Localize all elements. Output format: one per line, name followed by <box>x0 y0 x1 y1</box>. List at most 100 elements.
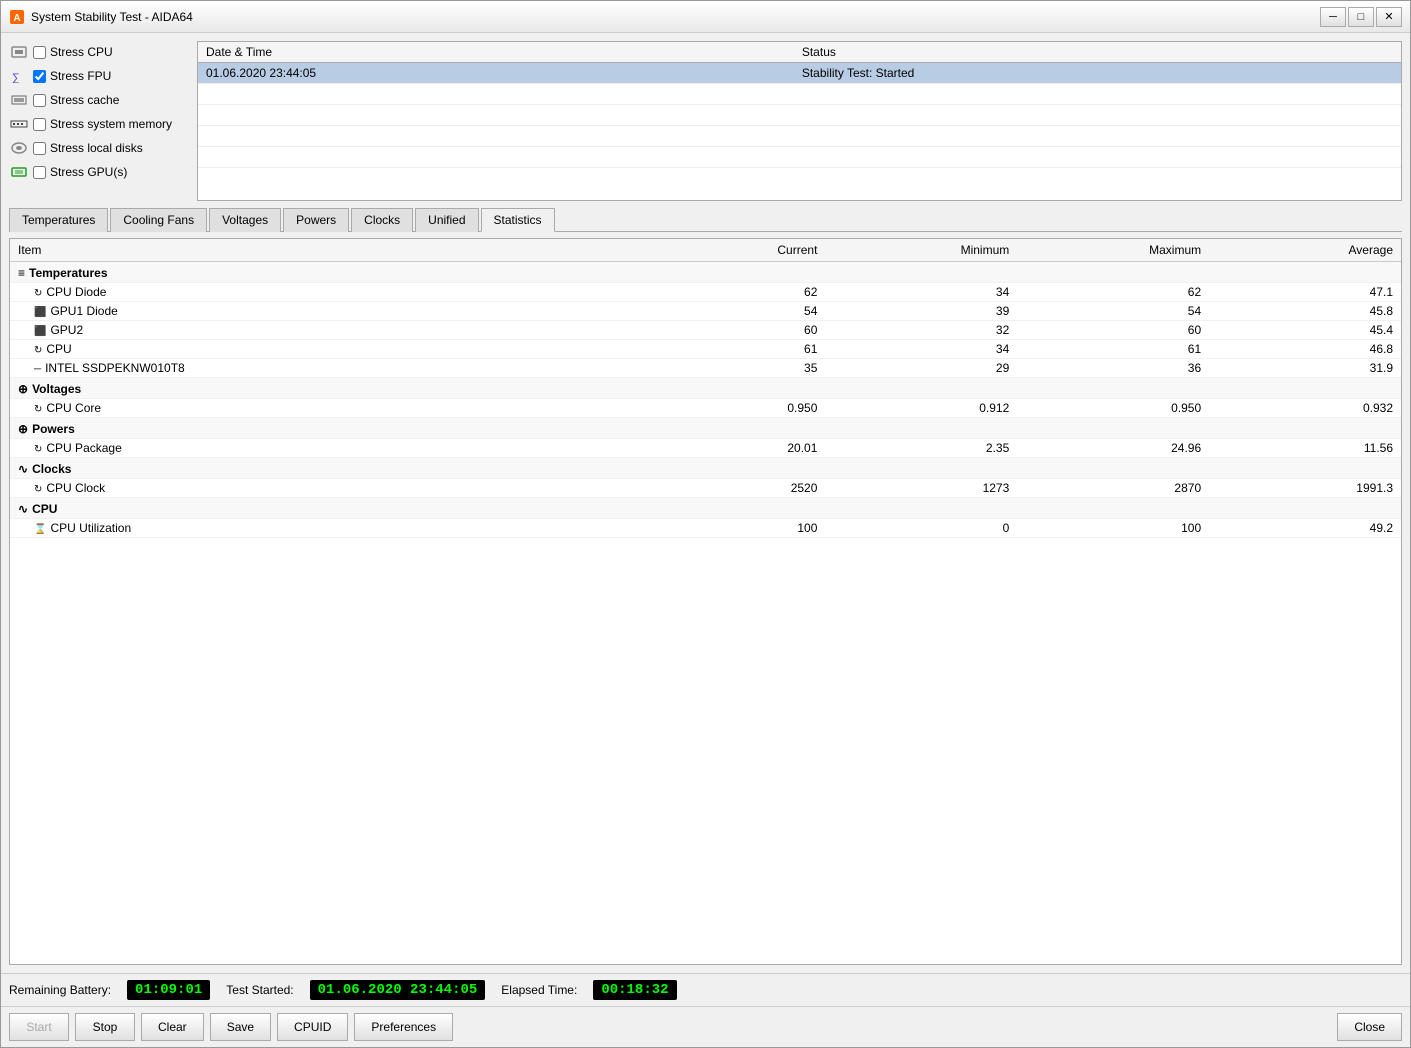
stats-item[interactable]: ⬛GPU1 Diode 54 39 54 45.8 <box>10 302 1401 321</box>
elapsed-time-label: Elapsed Time: <box>501 983 577 997</box>
item-average: 11.56 <box>1209 439 1401 458</box>
tab-cooling-fans[interactable]: Cooling Fans <box>110 208 207 232</box>
tab-voltages[interactable]: Voltages <box>209 208 281 232</box>
tab-unified[interactable]: Unified <box>415 208 478 232</box>
tab-powers[interactable]: Powers <box>283 208 349 232</box>
log-status: Stability Test: Started <box>794 63 1401 84</box>
title-bar: A System Stability Test - AIDA64 ─ □ ✕ <box>1 1 1410 33</box>
stress-cache-item: Stress cache <box>9 89 189 111</box>
close-button[interactable]: ✕ <box>1376 7 1402 27</box>
item-current: 100 <box>634 519 826 538</box>
maximize-button[interactable]: □ <box>1348 7 1374 27</box>
stress-fpu-checkbox[interactable] <box>33 70 46 83</box>
stats-table: Item Current Minimum Maximum Average ≡Te… <box>10 239 1401 538</box>
item-minimum: 32 <box>825 321 1017 340</box>
log-row-empty-2 <box>198 105 1401 126</box>
item-minimum: 2.35 <box>825 439 1017 458</box>
log-datetime: 01.06.2020 23:44:05 <box>198 63 794 84</box>
remaining-battery-label: Remaining Battery: <box>9 983 111 997</box>
item-average: 31.9 <box>1209 359 1401 378</box>
stress-memory-label: Stress system memory <box>50 117 172 131</box>
tab-statistics[interactable]: Statistics <box>481 208 555 232</box>
log-row[interactable]: 01.06.2020 23:44:05 Stability Test: Star… <box>198 63 1401 84</box>
item-maximum: 60 <box>1017 321 1209 340</box>
item-name: ↻CPU Core <box>10 399 634 418</box>
cpuid-button[interactable]: CPUID <box>277 1013 348 1041</box>
elapsed-time-value: 00:18:32 <box>593 980 676 1000</box>
item-average: 0.932 <box>1209 399 1401 418</box>
item-name: ⌛CPU Utilization <box>10 519 634 538</box>
log-data-table: Date & Time Status 01.06.2020 23:44:05 S… <box>198 42 1401 168</box>
svg-text:∑: ∑ <box>12 72 20 83</box>
col-average: Average <box>1209 239 1401 262</box>
item-average: 1991.3 <box>1209 479 1401 498</box>
stress-cpu-icon <box>9 44 29 60</box>
col-current: Current <box>634 239 826 262</box>
item-maximum: 0.950 <box>1017 399 1209 418</box>
item-name: ↻CPU <box>10 340 634 359</box>
item-current: 35 <box>634 359 826 378</box>
stress-fpu-item: ∑ Stress FPU <box>9 65 189 87</box>
item-average: 46.8 <box>1209 340 1401 359</box>
log-col-status: Status <box>794 42 1401 63</box>
stats-group-clocks: ∿Clocks <box>10 458 1401 479</box>
stress-memory-checkbox[interactable] <box>33 118 46 131</box>
stress-cpu-checkbox[interactable] <box>33 46 46 59</box>
stress-disks-icon <box>9 140 29 156</box>
stress-fpu-icon: ∑ <box>9 68 29 84</box>
tabs-container: Temperatures Cooling Fans Voltages Power… <box>9 207 1402 232</box>
item-maximum: 36 <box>1017 359 1209 378</box>
item-name: ↻CPU Package <box>10 439 634 458</box>
item-current: 60 <box>634 321 826 340</box>
stats-item[interactable]: ↻CPU Package 20.01 2.35 24.96 11.56 <box>10 439 1401 458</box>
stress-cache-checkbox[interactable] <box>33 94 46 107</box>
app-icon: A <box>9 9 25 25</box>
stats-item[interactable]: ─INTEL SSDPEKNW010T8 35 29 36 31.9 <box>10 359 1401 378</box>
item-maximum: 100 <box>1017 519 1209 538</box>
start-button[interactable]: Start <box>9 1013 69 1041</box>
stats-item[interactable]: ↻CPU Diode 62 34 62 47.1 <box>10 283 1401 302</box>
save-button[interactable]: Save <box>210 1013 271 1041</box>
item-maximum: 24.96 <box>1017 439 1209 458</box>
stress-options: Stress CPU ∑ Stress FPU Stress cache <box>9 41 189 201</box>
tab-temperatures[interactable]: Temperatures <box>9 208 108 232</box>
item-maximum: 2870 <box>1017 479 1209 498</box>
stop-button[interactable]: Stop <box>75 1013 135 1041</box>
item-minimum: 1273 <box>825 479 1017 498</box>
stress-disks-checkbox[interactable] <box>33 142 46 155</box>
tab-clocks[interactable]: Clocks <box>351 208 413 232</box>
minimize-button[interactable]: ─ <box>1320 7 1346 27</box>
item-minimum: 29 <box>825 359 1017 378</box>
stats-group-voltages: ⊕Voltages <box>10 378 1401 399</box>
stats-item[interactable]: ↻CPU Core 0.950 0.912 0.950 0.932 <box>10 399 1401 418</box>
clear-button[interactable]: Clear <box>141 1013 204 1041</box>
log-col-datetime: Date & Time <box>198 42 794 63</box>
stats-item[interactable]: ↻CPU Clock 2520 1273 2870 1991.3 <box>10 479 1401 498</box>
log-row-empty-3 <box>198 126 1401 147</box>
item-current: 61 <box>634 340 826 359</box>
item-minimum: 34 <box>825 340 1017 359</box>
log-table: Date & Time Status 01.06.2020 23:44:05 S… <box>197 41 1402 201</box>
stress-gpu-item: Stress GPU(s) <box>9 161 189 183</box>
stats-panel: Item Current Minimum Maximum Average ≡Te… <box>9 238 1402 965</box>
item-average: 45.4 <box>1209 321 1401 340</box>
test-started-value: 01.06.2020 23:44:05 <box>310 980 486 1000</box>
stats-group-temperatures: ≡Temperatures <box>10 262 1401 283</box>
item-average: 45.8 <box>1209 302 1401 321</box>
stats-item[interactable]: ⬛GPU2 60 32 60 45.4 <box>10 321 1401 340</box>
stress-gpu-label: Stress GPU(s) <box>50 165 127 179</box>
item-current: 0.950 <box>634 399 826 418</box>
stats-item[interactable]: ↻CPU 61 34 61 46.8 <box>10 340 1401 359</box>
close-app-button[interactable]: Close <box>1337 1013 1402 1041</box>
stress-memory-icon <box>9 116 29 132</box>
log-row-empty-1 <box>198 84 1401 105</box>
button-bar: Start Stop Clear Save CPUID Preferences … <box>1 1006 1410 1047</box>
item-name: ─INTEL SSDPEKNW010T8 <box>10 359 634 378</box>
item-current: 54 <box>634 302 826 321</box>
stats-item[interactable]: ⌛CPU Utilization 100 0 100 49.2 <box>10 519 1401 538</box>
stress-gpu-checkbox[interactable] <box>33 166 46 179</box>
item-name: ⬛GPU1 Diode <box>10 302 634 321</box>
item-name: ↻CPU Diode <box>10 283 634 302</box>
preferences-button[interactable]: Preferences <box>354 1013 453 1041</box>
stress-cache-icon <box>9 92 29 108</box>
